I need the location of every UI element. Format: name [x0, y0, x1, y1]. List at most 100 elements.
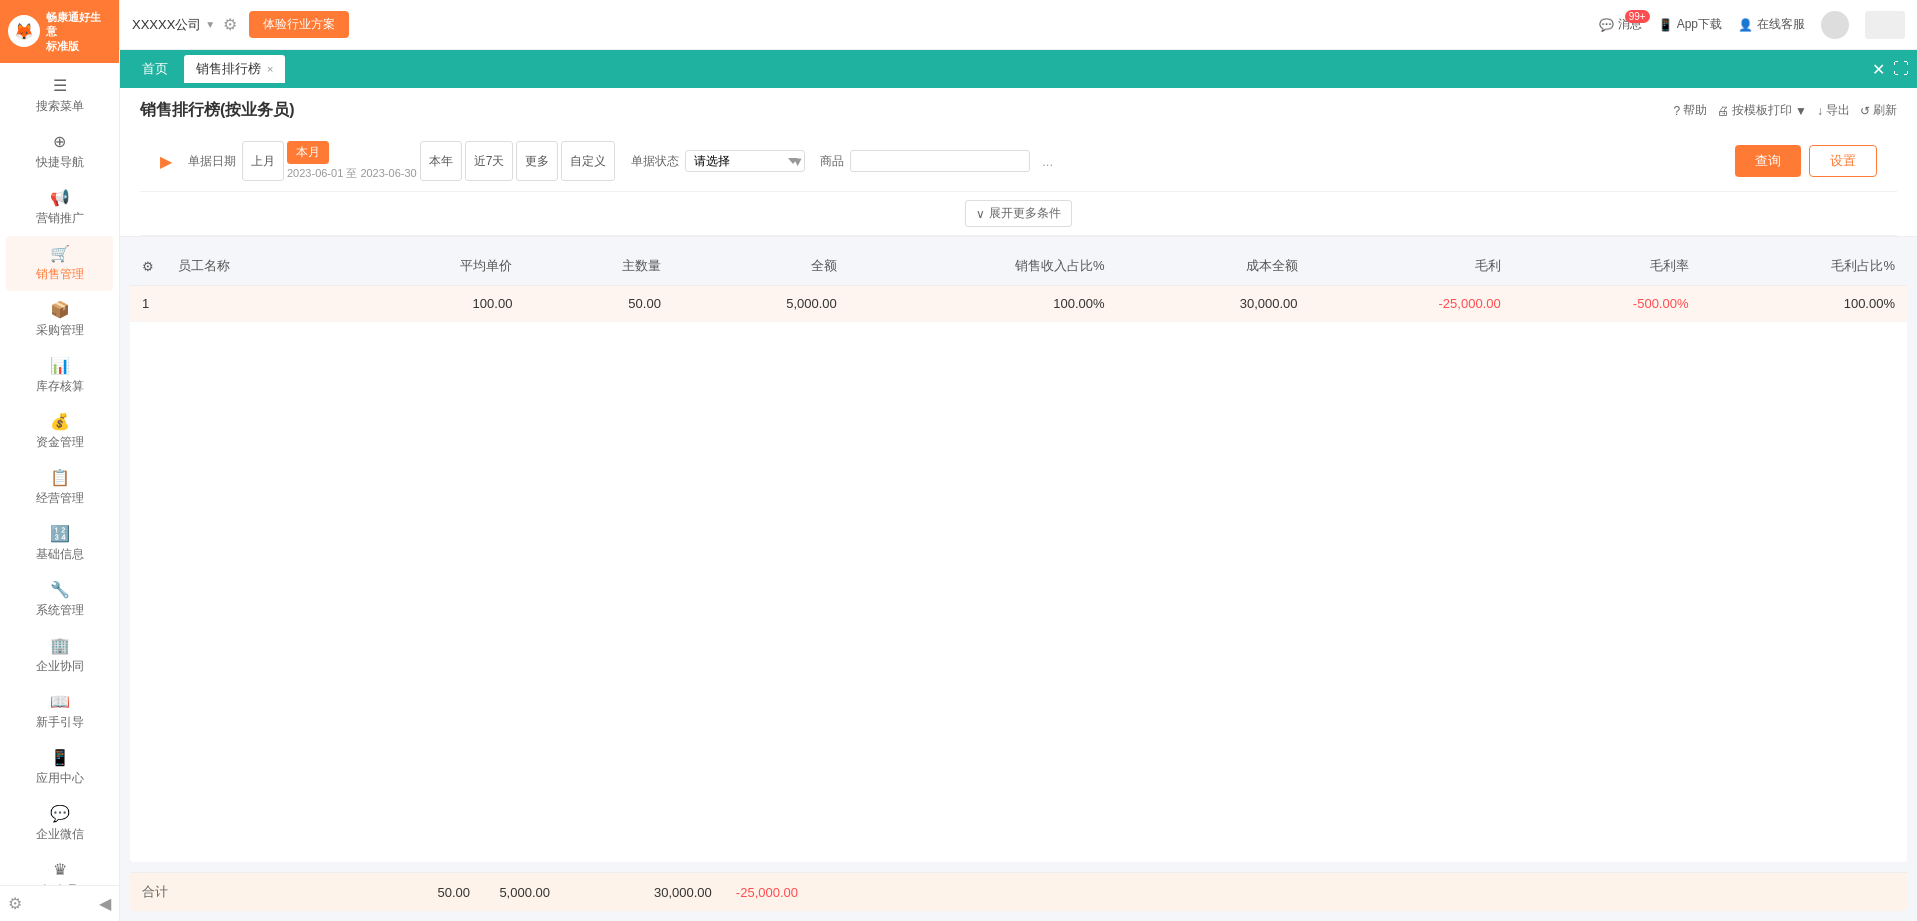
marketing-label: 营销推广 [36, 210, 84, 227]
table-cell-9: 100.00% [1701, 286, 1908, 322]
app-download-btn[interactable]: 📱 App下载 [1658, 16, 1722, 33]
expand-more-btn[interactable]: ∨ 展开更多条件 [965, 200, 1072, 227]
sidebar-item-enterprise[interactable]: 🏢企业协同 [6, 628, 113, 683]
help-btn[interactable]: ? 帮助 [1673, 102, 1707, 119]
sidebar-item-operations[interactable]: 📋经营管理 [6, 460, 113, 515]
quick-nav-label: 快捷导航 [36, 154, 84, 171]
date-btn-本年[interactable]: 本年 [420, 141, 462, 181]
content-area: 销售排行榜(按业务员) ? 帮助 🖨 按模板打印 ▼ ↓ 导出 [120, 88, 1917, 921]
sidebar: 🦊 畅康通好生意 标准版 ☰搜索菜单⊕快捷导航📢营销推广 🛒 销售管理 📦 采购管理 📊库… [0, 0, 120, 921]
date-filter-label: 单据日期 [188, 153, 236, 170]
filter-collapse-btn[interactable]: ▶ [160, 152, 172, 171]
table-cell-8: -500.00% [1513, 286, 1701, 322]
settings-icon[interactable]: ⚙ [8, 894, 22, 913]
basic-info-label: 基础信息 [36, 546, 84, 563]
refresh-btn[interactable]: ↺ 刷新 [1860, 102, 1897, 119]
col-header-3: 主数量 [524, 247, 673, 286]
date-btn-上月[interactable]: 上月 [242, 141, 284, 181]
sidebar-item-app-center[interactable]: 📱 应用中心 [6, 740, 113, 795]
minimize-icon[interactable]: ✕ [1872, 60, 1885, 79]
goods-input[interactable] [850, 150, 1030, 172]
sales-icon: 🛒 [50, 244, 70, 263]
tab-sales-ranking[interactable]: 销售排行榜 × [184, 55, 285, 83]
inventory-label: 库存核算 [36, 378, 84, 395]
system-icon: 🔧 [50, 580, 70, 599]
sidebar-item-sales[interactable]: 🛒 销售管理 [6, 236, 113, 291]
company-dropdown-icon: ▼ [205, 19, 215, 30]
sidebar-footer: ⚙ ◀ [0, 885, 119, 921]
status-select[interactable]: 请选择 [685, 150, 805, 172]
tabbar: 首页 销售排行榜 × ✕ ⛶ [120, 50, 1917, 88]
app-center-label: 应用中心 [36, 770, 84, 787]
sidebar-item-basic-info[interactable]: 🔢基础信息 [6, 516, 113, 571]
expand-label: 展开更多条件 [989, 205, 1061, 222]
date-btn-自定义[interactable]: 自定义 [561, 141, 615, 181]
table-cell-4: 5,000.00 [673, 286, 849, 322]
filter-settings-btn[interactable]: 设置 [1809, 145, 1877, 177]
tab-close-btn[interactable]: × [267, 63, 273, 75]
table-cell-1 [166, 286, 345, 322]
enterprise-icon: 🏢 [50, 636, 70, 655]
sidebar-item-purchase[interactable]: 📦 采购管理 [6, 292, 113, 347]
logo-text: 畅康通好生意 标准版 [46, 10, 111, 53]
app-center-icon: 📱 [50, 748, 70, 767]
expand-more-row: ∨ 展开更多条件 [140, 192, 1897, 236]
sidebar-item-marketing[interactable]: 📢营销推广 [6, 180, 113, 235]
date-btn-本月[interactable]: 本月 [287, 141, 329, 164]
export-icon: ↓ [1817, 104, 1823, 118]
col-header-9: 毛利占比% [1701, 247, 1908, 286]
table-body: 1100.0050.005,000.00100.00%30,000.00-25,… [130, 286, 1907, 322]
user-name[interactable] [1865, 11, 1905, 39]
col-settings-icon[interactable]: ⚙ [142, 259, 154, 274]
message-btn[interactable]: 💬 消息 99+ [1599, 16, 1642, 33]
sales-label: 销售管理 [36, 266, 84, 283]
system-label: 系统管理 [36, 602, 84, 619]
footer-label: 合计 [142, 883, 322, 901]
main-area: XXXXX公司 ▼ ⚙ 体验行业方案 💬 消息 99+ 📱 App下载 👤 在线… [120, 0, 1917, 921]
table-header-row: ⚙员工名称平均单价主数量全额销售收入占比%成本全额毛利毛利率毛利占比% [130, 247, 1907, 286]
sidebar-item-quick-nav[interactable]: ⊕快捷导航 [6, 124, 113, 179]
template-print-btn[interactable]: 🖨 按模板打印 ▼ [1717, 102, 1807, 119]
sidebar-item-guide[interactable]: 📖新手引导 [6, 684, 113, 739]
col-header-6: 成本全额 [1117, 247, 1310, 286]
query-btn[interactable]: 查询 [1735, 145, 1801, 177]
table-cell-3: 50.00 [524, 286, 673, 322]
date-btn-更多[interactable]: 更多 [516, 141, 558, 181]
avatar[interactable] [1821, 11, 1849, 39]
collapse-icon[interactable]: ◀ [99, 894, 111, 913]
tabbar-actions: ✕ ⛶ [1872, 60, 1909, 79]
trial-btn[interactable]: 体验行业方案 [249, 11, 349, 38]
sidebar-nav: ☰搜索菜单⊕快捷导航📢营销推广 🛒 销售管理 📦 采购管理 📊库存核算💰资金管理📋经营管理… [0, 63, 119, 885]
wechat-icon: 💬 [50, 804, 70, 823]
expand-icon: ∨ [976, 207, 985, 221]
company-name: XXXXX公司 [132, 16, 201, 34]
print-icon: 🖨 [1717, 104, 1729, 118]
table-cell-2: 100.00 [345, 286, 524, 322]
app-logo: 🦊 畅康通好生意 标准版 [0, 0, 119, 63]
tab-label: 销售排行榜 [196, 60, 261, 78]
sidebar-item-system[interactable]: 🔧 系统管理 [6, 572, 113, 627]
footer-gross-profit: -25,000.00 [724, 885, 810, 900]
date-btn-近7天[interactable]: 近7天 [465, 141, 514, 181]
online-service-btn[interactable]: 👤 在线客服 [1738, 16, 1805, 33]
sidebar-item-finance[interactable]: 💰资金管理 [6, 404, 113, 459]
logo-icon: 🦊 [8, 15, 40, 47]
maximize-icon[interactable]: ⛶ [1893, 60, 1909, 79]
sidebar-item-search-order[interactable]: ☰搜索菜单 [6, 68, 113, 123]
goods-more-btn[interactable]: ... [1036, 151, 1059, 172]
sidebar-item-vip[interactable]: ♛畅会员 [6, 852, 113, 885]
purchase-label: 采购管理 [36, 322, 84, 339]
sidebar-item-wechat[interactable]: 💬企业微信 [6, 796, 113, 851]
table-cell-0: 1 [130, 286, 166, 322]
purchase-icon: 📦 [50, 300, 70, 319]
sidebar-item-inventory[interactable]: 📊库存核算 [6, 348, 113, 403]
col-header-7: 毛利 [1310, 247, 1513, 286]
footer-total-amount: 5,000.00 [482, 885, 562, 900]
company-selector[interactable]: XXXXX公司 ▼ [132, 16, 215, 34]
settings-gear-icon[interactable]: ⚙ [223, 15, 237, 34]
footer-cost-amount: 30,000.00 [642, 885, 724, 900]
date-range-label: 2023-06-01 至 2023-06-30 [287, 166, 417, 181]
tab-home[interactable]: 首页 [128, 54, 182, 84]
col-header-1: 员工名称 [166, 247, 345, 286]
export-btn[interactable]: ↓ 导出 [1817, 102, 1850, 119]
